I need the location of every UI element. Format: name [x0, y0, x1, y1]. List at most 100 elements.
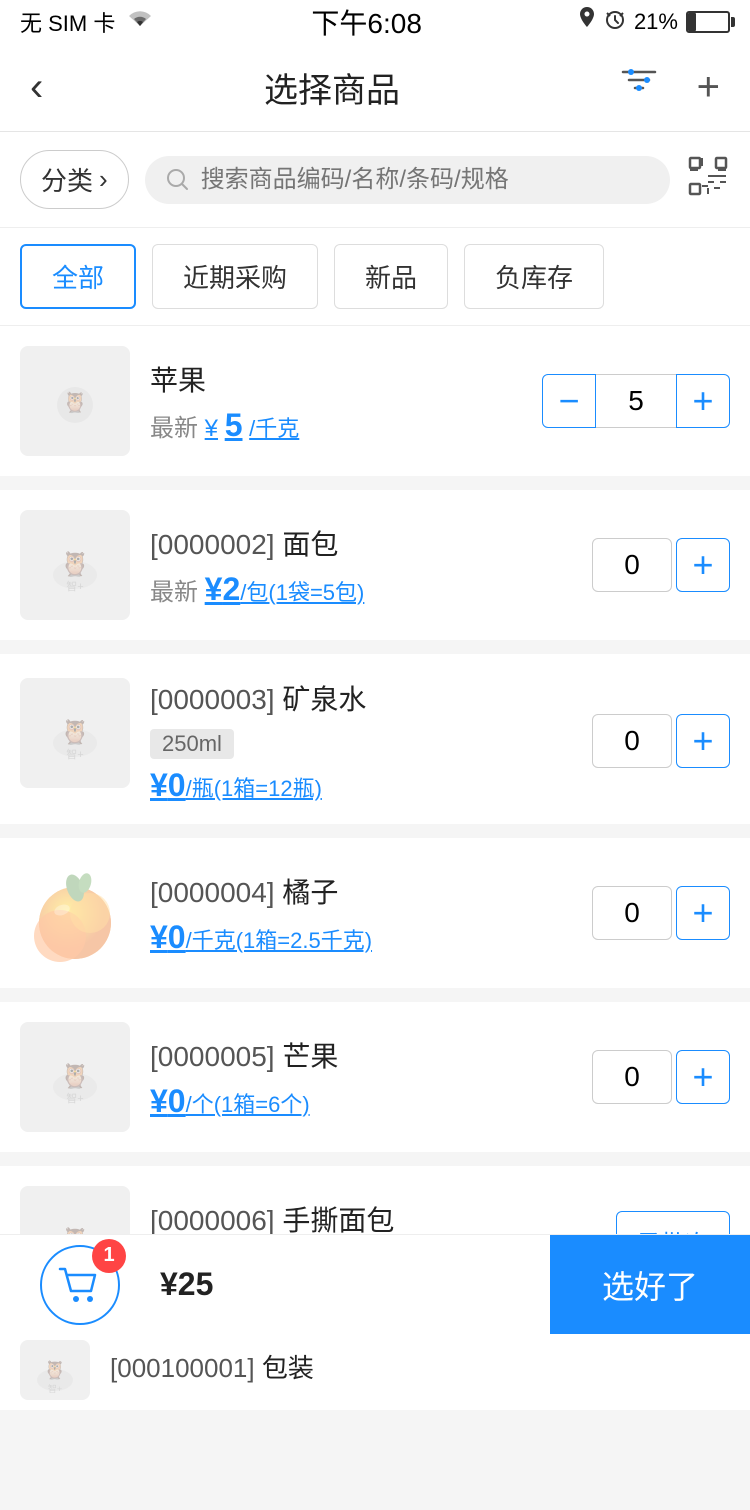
product-image-6: 🦉 智+ [20, 1340, 90, 1400]
product-price-1: 最新 ¥2/包(1袋=5包) [150, 571, 572, 608]
price-unit-0: /千克 [249, 416, 299, 441]
price-label-0: 最新 [150, 415, 205, 442]
search-input[interactable] [201, 166, 650, 194]
add-icon[interactable]: + [697, 65, 720, 110]
svg-text:🦉: 🦉 [63, 391, 88, 414]
product-name-1: [0000002] 面包 [150, 523, 572, 563]
price-value-0: 5 [225, 407, 243, 443]
wifi-icon [125, 8, 155, 36]
category-arrow-icon: › [99, 164, 108, 195]
svg-text:🦉: 🦉 [60, 1063, 90, 1090]
product-info-1: [0000002] 面包 最新 ¥2/包(1袋=5包) [150, 523, 572, 608]
table-row: 🦉智+ [0000002] 面包 最新 ¥2/包(1袋=5包) + [0, 490, 750, 640]
quantity-increase-2[interactable]: + [676, 714, 730, 768]
quantity-increase-3[interactable]: + [676, 886, 730, 940]
status-bar: 无 SIM 卡 下午6:08 21% [0, 0, 750, 44]
product-name-2: [0000003] 矿泉水 [150, 678, 572, 718]
product-id-1: [0000002] [150, 529, 282, 560]
alarm-icon [604, 8, 626, 36]
quantity-control-4: + [592, 1050, 730, 1104]
page-title: 选择商品 [264, 63, 400, 112]
quantity-input-4[interactable] [592, 1050, 672, 1104]
price-unit-1: /包(1袋=5包) [240, 580, 364, 605]
category-label: 分类 [41, 161, 93, 198]
location-icon [578, 7, 596, 37]
nav-actions: + [621, 65, 720, 110]
confirm-button[interactable]: 选好了 [550, 1235, 750, 1334]
quantity-increase-4[interactable]: + [676, 1050, 730, 1104]
product-image-4: 🦉智+ [20, 1022, 130, 1132]
battery-icon [686, 11, 730, 33]
product-name-0: 苹果 [150, 359, 522, 399]
product-image-1: 🦉智+ [20, 510, 130, 620]
table-row-partial: 🦉 智+ [000100001] 包装 [0, 1330, 750, 1410]
svg-text:🦉: 🦉 [60, 551, 90, 578]
product-info-6: [000100001] 包装 [110, 1348, 730, 1393]
product-info-0: 苹果 最新 ¥ 5 /千克 [150, 359, 522, 444]
product-spec-2: 250ml [150, 729, 234, 759]
cart-icon-button[interactable]: 1 [40, 1245, 120, 1325]
product-price-2: ¥0/瓶(1箱=12瓶) [150, 767, 572, 804]
quantity-control-1: + [592, 538, 730, 592]
price-value-4: 0 [168, 1083, 186, 1119]
price-currency-0: ¥ [205, 415, 218, 442]
table-row: 🦉 苹果 最新 ¥ 5 /千克 − + [0, 326, 750, 476]
quantity-decrease-0[interactable]: − [542, 374, 596, 428]
price-currency-4: ¥ [150, 1083, 168, 1119]
svg-text:智+: 智+ [66, 1091, 83, 1105]
svg-text:智+: 智+ [66, 747, 83, 761]
battery-percent: 21% [634, 9, 678, 35]
svg-text:🦉: 🦉 [44, 1360, 66, 1380]
price-value-3: 0 [168, 919, 186, 955]
svg-text:🦉: 🦉 [60, 719, 90, 746]
price-value-1: 2 [222, 571, 240, 607]
search-wrap [145, 156, 670, 204]
product-image-2: 🦉智+ [20, 678, 130, 788]
svg-text:智+: 智+ [66, 579, 83, 593]
bottom-bar: 1 ¥25 选好了 [0, 1234, 750, 1334]
product-image-3 [20, 858, 130, 968]
status-time: 下午6:08 [311, 2, 422, 42]
price-currency-1: ¥ [205, 571, 223, 607]
carrier-label: 无 SIM 卡 [20, 6, 115, 38]
cart-icon [58, 1265, 102, 1305]
product-image-0: 🦉 [20, 346, 130, 456]
quantity-input-2[interactable] [592, 714, 672, 768]
scan-icon[interactable] [686, 154, 730, 205]
filter-icon[interactable] [621, 66, 657, 109]
product-info-4: [0000005] 芒果 ¥0/个(1箱=6个) [150, 1035, 572, 1120]
status-right: 21% [578, 7, 730, 37]
product-price-4: ¥0/个(1箱=6个) [150, 1083, 572, 1120]
back-button[interactable]: ‹ [30, 65, 43, 110]
orange-svg [20, 858, 130, 968]
product-info-3: [0000004] 橘子 ¥0/千克(1箱=2.5千克) [150, 871, 572, 956]
quantity-input-0[interactable] [596, 374, 676, 428]
tab-negative-stock[interactable]: 负库存 [464, 244, 604, 309]
quantity-increase-1[interactable]: + [676, 538, 730, 592]
quantity-control-0: − + [542, 374, 730, 428]
price-currency-2: ¥ [150, 767, 168, 803]
nav-bar: ‹ 选择商品 + [0, 44, 750, 132]
table-row: [0000004] 橘子 ¥0/千克(1箱=2.5千克) + [0, 838, 750, 988]
filter-bar: 分类 › [0, 132, 750, 228]
status-left: 无 SIM 卡 [20, 6, 155, 38]
quantity-control-2: + [592, 714, 730, 768]
quantity-input-3[interactable] [592, 886, 672, 940]
price-unit-4: /个(1箱=6个) [186, 1092, 310, 1117]
tab-new[interactable]: 新品 [334, 244, 448, 309]
quantity-increase-0[interactable]: + [676, 374, 730, 428]
cart-wrap: 1 [0, 1245, 160, 1325]
product-name-3: [0000004] 橘子 [150, 871, 572, 911]
tab-all[interactable]: 全部 [20, 244, 136, 309]
quantity-input-1[interactable] [592, 538, 672, 592]
product-info-2: [0000003] 矿泉水 250ml ¥0/瓶(1箱=12瓶) [150, 678, 572, 804]
quantity-control-3: + [592, 886, 730, 940]
category-button[interactable]: 分类 › [20, 150, 129, 209]
price-unit-3: /千克(1箱=2.5千克) [186, 928, 372, 953]
barcode-scan-icon [686, 154, 730, 198]
table-row: 🦉智+ [0000005] 芒果 ¥0/个(1箱=6个) + [0, 1002, 750, 1152]
tab-recent[interactable]: 近期采购 [152, 244, 318, 309]
product-name-5: [0000006] 手撕面包 [150, 1199, 596, 1239]
cart-badge: 1 [92, 1239, 126, 1273]
svg-text:智+: 智+ [48, 1383, 62, 1394]
